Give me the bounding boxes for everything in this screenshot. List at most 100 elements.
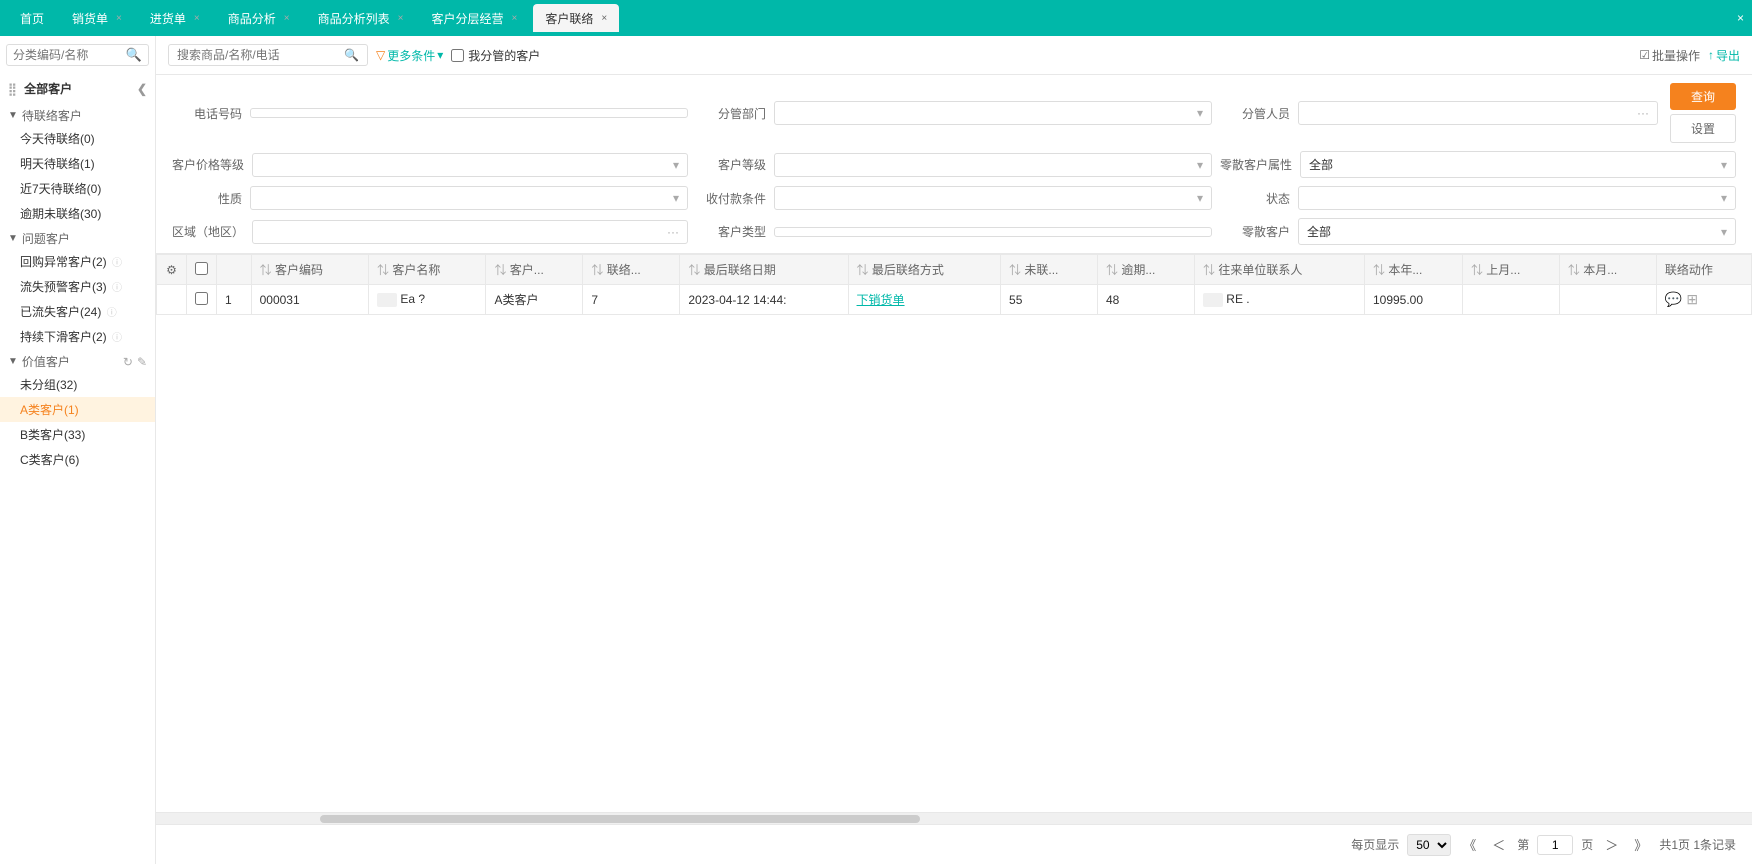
close-icon[interactable]: ×	[194, 13, 200, 24]
sidebar-item-class-a[interactable]: A类客户(1)	[0, 397, 155, 422]
page-size-select[interactable]: 50	[1407, 834, 1451, 856]
sidebar-item-class-b[interactable]: B类客户(33)	[0, 422, 155, 447]
close-all-button[interactable]: ×	[1737, 9, 1744, 27]
region-input[interactable]: ···	[252, 220, 688, 244]
edit-icon[interactable]: ✎	[137, 355, 147, 369]
th-no-contact[interactable]: ⇅ 未联...	[1001, 255, 1098, 285]
cell-check[interactable]	[187, 285, 217, 315]
more-filter-button[interactable]: ▽ 更多条件 ▾	[376, 47, 443, 64]
customer-level-select[interactable]: ▾	[774, 153, 1212, 177]
chevron-down-icon: ▾	[673, 191, 679, 205]
scrollbar-thumb[interactable]	[320, 815, 920, 823]
my-customers-check[interactable]	[451, 49, 464, 62]
group-label: 待联络客户	[22, 107, 82, 124]
th-name[interactable]: ⇅ 客户名称	[369, 255, 486, 285]
all-customers-header[interactable]: ⣿ 全部客户 ❮	[0, 74, 155, 103]
th-check[interactable]	[187, 255, 217, 285]
sidebar-item-repurchase-abnormal[interactable]: 回购异常客户(2) ⓘ	[0, 249, 155, 274]
first-page-button[interactable]: 《	[1459, 833, 1480, 856]
nav-tab-purchase[interactable]: 进货单 ×	[138, 4, 212, 32]
setting-button[interactable]: 设置	[1670, 114, 1736, 143]
close-icon[interactable]: ×	[116, 13, 122, 24]
manager-input[interactable]: ···	[1298, 101, 1658, 125]
price-level-select[interactable]: ▾	[252, 153, 688, 177]
th-last-method[interactable]: ⇅ 最后联络方式	[848, 255, 1000, 285]
retail-select[interactable]: 全部 ▾	[1298, 218, 1736, 245]
qr-action-icon[interactable]: ⊞	[1686, 291, 1698, 308]
th-overdue[interactable]: ⇅ 逾期...	[1097, 255, 1194, 285]
horizontal-scrollbar[interactable]	[156, 812, 1752, 824]
retail-attr-value: 全部	[1309, 156, 1333, 173]
phone-input[interactable]	[250, 108, 688, 118]
page-number-input[interactable]	[1537, 835, 1573, 855]
batch-operation-button[interactable]: ☑ 批量操作	[1639, 47, 1700, 64]
export-button[interactable]: ↑ 导出	[1708, 47, 1740, 64]
my-customers-checkbox[interactable]: 我分管的客户	[451, 47, 540, 64]
sidebar-item-declining[interactable]: 持续下滑客户(2) ⓘ	[0, 324, 155, 349]
chat-action-icon[interactable]: 💬	[1665, 291, 1682, 308]
close-icon[interactable]: ×	[284, 13, 290, 24]
th-contact-person[interactable]: ⇅ 往来单位联系人	[1194, 255, 1364, 285]
cell-type: A类客户	[486, 285, 583, 315]
sidebar-item-today[interactable]: 今天待联络(0)	[0, 126, 155, 151]
row-checkbox[interactable]	[195, 292, 208, 305]
sidebar-search-input[interactable]	[13, 48, 122, 62]
sidebar-search-box[interactable]: 🔍	[6, 44, 149, 66]
sidebar-item-churned[interactable]: 已流失客户(24) ⓘ	[0, 299, 155, 324]
select-all-checkbox[interactable]	[195, 262, 208, 275]
payment-select[interactable]: ▾	[774, 186, 1212, 210]
close-icon[interactable]: ×	[511, 13, 517, 24]
th-this-month[interactable]: ⇅ 本月...	[1559, 255, 1656, 285]
info-icon: ⓘ	[112, 258, 122, 269]
nav-tab-analysis[interactable]: 商品分析 ×	[216, 4, 302, 32]
retail-attr-select[interactable]: 全部 ▾	[1300, 151, 1736, 178]
search-input[interactable]	[177, 48, 340, 62]
sidebar-item-overdue[interactable]: 逾期未联络(30)	[0, 201, 155, 226]
th-last-date[interactable]: ⇅ 最后联络日期	[680, 255, 848, 285]
color-box	[377, 293, 397, 307]
th-contact[interactable]: ⇅ 联络...	[583, 255, 680, 285]
filter-retail-attr: 零散客户属性 全部 ▾	[1220, 151, 1736, 178]
th-this-year[interactable]: ⇅ 本年...	[1364, 255, 1462, 285]
sidebar-item-7days[interactable]: 近7天待联络(0)	[0, 176, 155, 201]
group-problem-customers[interactable]: ▼ 问题客户	[0, 226, 155, 249]
customer-type-input[interactable]	[774, 227, 1212, 237]
sidebar-item-ungrouped[interactable]: 未分组(32)	[0, 372, 155, 397]
collapse-icon[interactable]: ❮	[137, 82, 147, 96]
sidebar-item-tomorrow[interactable]: 明天待联络(1)	[0, 151, 155, 176]
pagination-bar: 每页显示 50 《 ＜ 第 页 ＞ 》 共1页 1条记录	[156, 824, 1752, 864]
sidebar-item-class-c[interactable]: C类客户(6)	[0, 447, 155, 472]
cell-contact-person: RE .	[1194, 285, 1364, 315]
close-icon[interactable]: ×	[601, 13, 607, 24]
cell-last-method[interactable]: 下销货单	[848, 285, 1000, 315]
chevron-down-icon: ▾	[1721, 191, 1727, 205]
info-icon: ⓘ	[112, 283, 122, 294]
th-gear[interactable]: ⚙	[157, 255, 187, 285]
nav-tab-segment[interactable]: 客户分层经营 ×	[419, 4, 529, 32]
retail-value: 全部	[1307, 223, 1331, 240]
next-page-button[interactable]: ＞	[1601, 833, 1622, 856]
dept-select[interactable]: ▾	[774, 101, 1212, 125]
th-last-month[interactable]: ⇅ 上月...	[1462, 255, 1559, 285]
last-page-button[interactable]: 》	[1630, 833, 1651, 856]
group-value-customers[interactable]: ▼ 价值客户 ↻ ✎	[0, 349, 155, 372]
search-icon: 🔍	[344, 48, 359, 62]
nav-tab-contact[interactable]: 客户联络 ×	[533, 4, 619, 32]
filter-bar: 🔍 ▽ 更多条件 ▾ 我分管的客户 ☑ 批量操作 ↑ 导出	[156, 36, 1752, 75]
nature-select[interactable]: ▾	[250, 186, 688, 210]
page-size-label: 每页显示	[1351, 836, 1399, 853]
sidebar-item-churn-warning[interactable]: 流失预警客户(3) ⓘ	[0, 274, 155, 299]
query-button[interactable]: 查询	[1670, 83, 1736, 110]
th-code[interactable]: ⇅ 客户编码	[251, 255, 368, 285]
search-box[interactable]: 🔍	[168, 44, 368, 66]
refresh-icon[interactable]: ↻	[123, 355, 133, 369]
th-type[interactable]: ⇅ 客户...	[486, 255, 583, 285]
nav-tab-analysis-list[interactable]: 商品分析列表 ×	[306, 4, 416, 32]
sort-icon: ⇅	[1373, 263, 1385, 277]
nav-tab-home[interactable]: 首页	[8, 4, 56, 32]
status-select[interactable]: ▾	[1298, 186, 1736, 210]
nav-tab-sales[interactable]: 销货单 ×	[60, 4, 134, 32]
close-icon[interactable]: ×	[398, 13, 404, 24]
group-pending-contact[interactable]: ▼ 待联络客户	[0, 103, 155, 126]
prev-page-button[interactable]: ＜	[1488, 833, 1509, 856]
